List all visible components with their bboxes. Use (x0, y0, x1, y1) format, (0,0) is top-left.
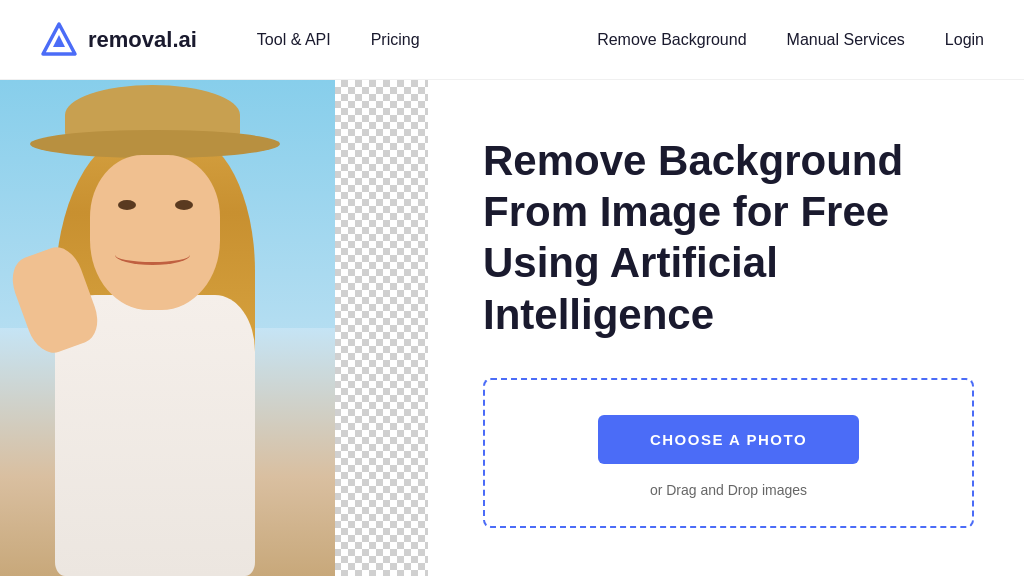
logo-icon (40, 21, 78, 59)
hero-image (0, 80, 428, 576)
upload-area: CHOOSE A PHOTO or Drag and Drop images (483, 378, 974, 528)
nav-remove-background[interactable]: Remove Background (597, 31, 746, 49)
logo-text: removal.ai (88, 27, 197, 53)
smile (115, 245, 190, 265)
choose-photo-button[interactable]: CHOOSE A PHOTO (598, 415, 859, 464)
nav-tool-api[interactable]: Tool & API (257, 31, 331, 49)
face (90, 155, 220, 310)
checkerboard-bg (320, 80, 428, 576)
header: removal.ai Tool & API Pricing Remove Bac… (0, 0, 1024, 80)
eyes (98, 195, 213, 215)
logo-link[interactable]: removal.ai (40, 21, 197, 59)
nav-left: Tool & API Pricing (257, 31, 420, 49)
nav-pricing[interactable]: Pricing (371, 31, 420, 49)
nav-manual-services[interactable]: Manual Services (787, 31, 905, 49)
hat-brim (30, 130, 280, 158)
main-content: Remove Background From Image for Free Us… (0, 80, 1024, 576)
right-content: Remove Background From Image for Free Us… (428, 80, 1024, 568)
nav-login[interactable]: Login (945, 31, 984, 49)
drag-drop-text: or Drag and Drop images (650, 482, 807, 498)
nav-right: Remove Background Manual Services Login (597, 31, 984, 49)
hero-title: Remove Background From Image for Free Us… (483, 135, 974, 340)
